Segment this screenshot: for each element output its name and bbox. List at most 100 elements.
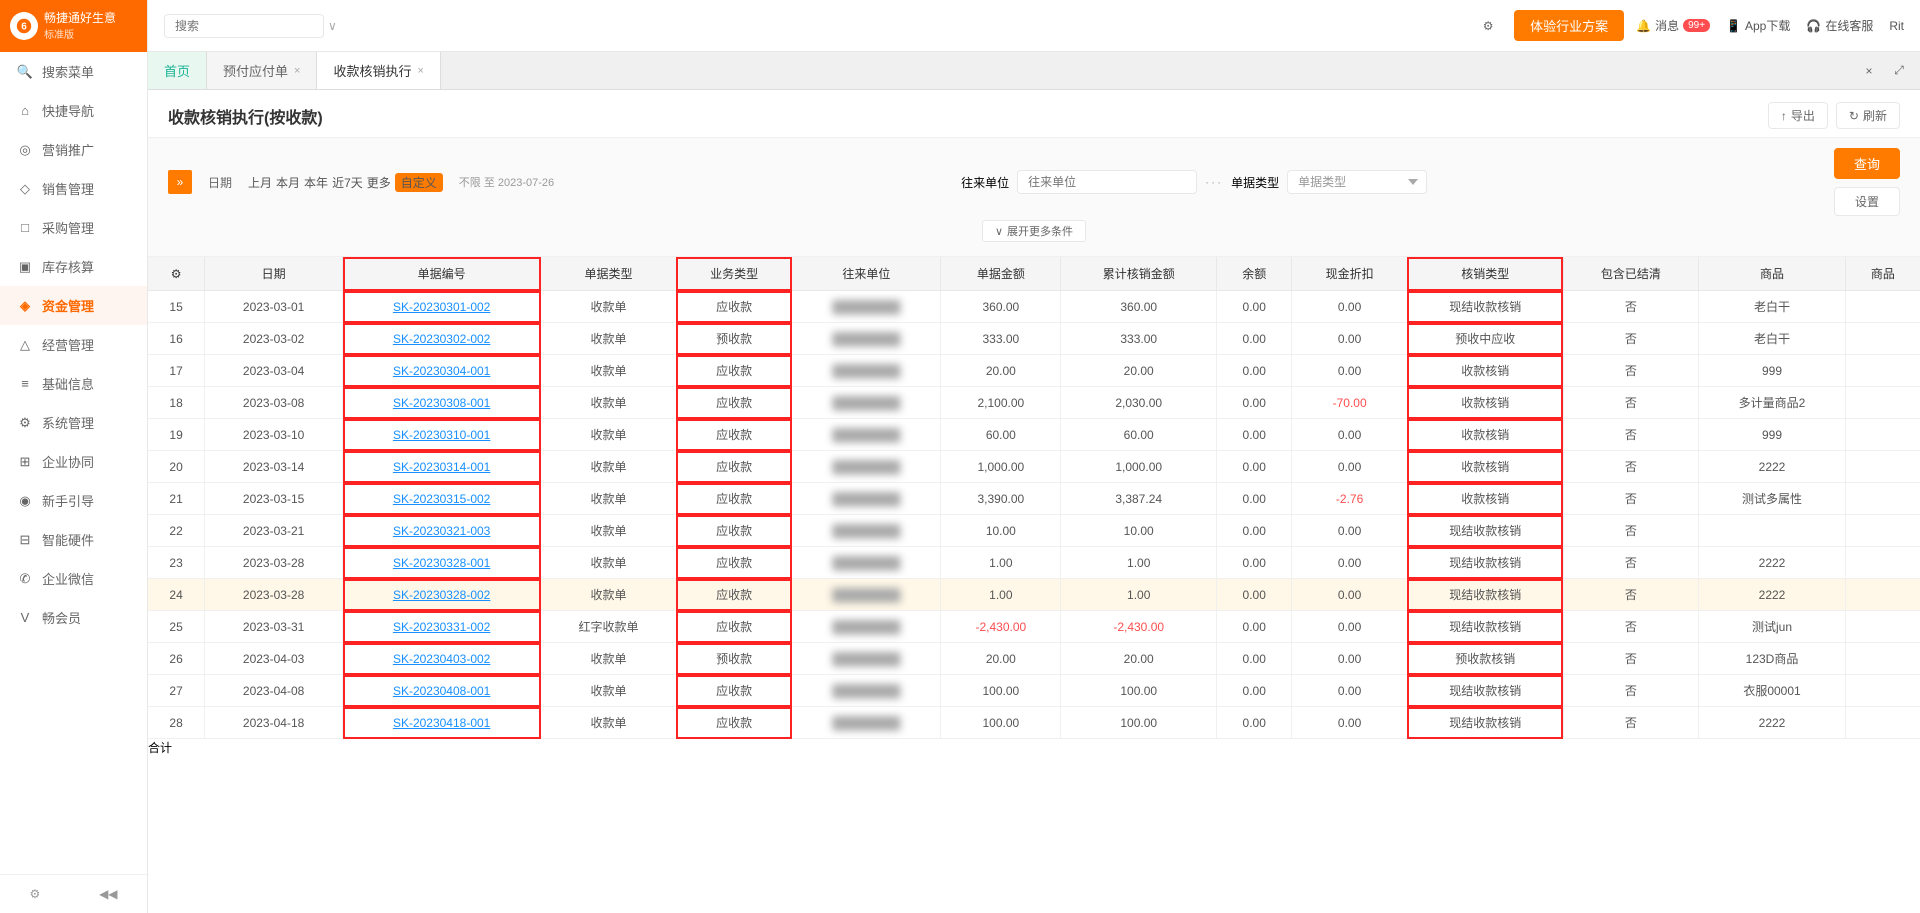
cell-doc-no[interactable]: SK-20230308-001 (343, 387, 541, 419)
sidebar-item-operations[interactable]: △ 经营管理 (0, 325, 147, 364)
sidebar-item-wechat[interactable]: ✆ 企业微信 (0, 559, 147, 598)
last-month-btn[interactable]: 上月 (248, 174, 272, 191)
partner-input[interactable] (1017, 170, 1197, 194)
cell-doc-no[interactable]: SK-20230403-002 (343, 643, 541, 675)
cell-biz-type: 应收款 (676, 483, 792, 515)
th-cash-discount[interactable]: 现金折扣 (1292, 257, 1408, 291)
sidebar-item-sales[interactable]: ◇ 销售管理 (0, 169, 147, 208)
th-biz-type[interactable]: 业务类型 (676, 257, 792, 291)
tab-fullscreen-btn[interactable]: ⤢ (1888, 60, 1910, 82)
doc-no-link[interactable]: SK-20230418-001 (393, 716, 490, 730)
this-year-btn[interactable]: 本年 (304, 174, 328, 191)
last-7days-btn[interactable]: 近7天 (332, 174, 363, 191)
topbar-search-input[interactable] (164, 14, 324, 38)
sidebar-item-hardware[interactable]: ⊟ 智能硬件 (0, 520, 147, 559)
cell-doc-no[interactable]: SK-20230302-002 (343, 323, 541, 355)
app-download-item[interactable]: 📱 App下载 (1726, 17, 1790, 34)
cell-doc-no[interactable]: SK-20230314-001 (343, 451, 541, 483)
sidebar-settings-btn[interactable]: ⚙ (21, 883, 48, 905)
sidebar-item-enterprise[interactable]: ⊞ 企业协同 (0, 442, 147, 481)
doc-no-link[interactable]: SK-20230331-002 (393, 620, 490, 634)
tab-close-all-btn[interactable]: × (1858, 60, 1880, 82)
doc-no-link[interactable]: SK-20230310-001 (393, 428, 490, 442)
cell-doc-no[interactable]: SK-20230304-001 (343, 355, 541, 387)
tab-receivable[interactable]: 收款核销执行 × (317, 52, 440, 89)
cell-cancel-type: 现结收款核销 (1407, 675, 1563, 707)
doc-no-link[interactable]: SK-20230328-001 (393, 556, 490, 570)
sidebar-item-search[interactable]: 🔍 搜索菜单 (0, 52, 147, 91)
cell-doc-no[interactable]: SK-20230328-001 (343, 547, 541, 579)
cell-doc-no[interactable]: SK-20230408-001 (343, 675, 541, 707)
cell-doc-no[interactable]: SK-20230315-002 (343, 483, 541, 515)
doc-no-link[interactable]: SK-20230408-001 (393, 684, 490, 698)
doc-no-link[interactable]: SK-20230403-002 (393, 652, 490, 666)
th-amount[interactable]: 单据金额 (941, 257, 1061, 291)
date-range-text: 不限 至 2023-07-26 (459, 174, 554, 190)
service-item[interactable]: 🎧 在线客服 (1806, 17, 1873, 34)
cell-doc-no[interactable]: SK-20230418-001 (343, 707, 541, 739)
messages-item[interactable]: 🔔 消息 99+ (1636, 17, 1710, 34)
th-doc-no[interactable]: 单据编号 (343, 257, 541, 291)
sidebar-item-basic[interactable]: ≡ 基础信息 (0, 364, 147, 403)
sidebar-item-inventory[interactable]: ▣ 库存核算 (0, 247, 147, 286)
custom-date-btn[interactable]: 自定义 (395, 173, 443, 192)
th-product[interactable]: 商品 (1699, 257, 1846, 291)
topbar-dropdown-arrow[interactable]: ∨ (328, 19, 337, 33)
sidebar-collapse-btn[interactable]: ◀◀ (91, 883, 125, 905)
sidebar-item-capital[interactable]: ◈ 资金管理 (0, 286, 147, 325)
cell-doc-no[interactable]: SK-20230321-003 (343, 515, 541, 547)
sidebar-item-system[interactable]: ⚙ 系统管理 (0, 403, 147, 442)
th-date[interactable]: 日期 (205, 257, 343, 291)
doc-no-link[interactable]: SK-20230328-002 (393, 588, 490, 602)
footer-spacer (541, 739, 677, 757)
more-dates-btn[interactable]: 更多 (367, 174, 391, 191)
this-month-btn[interactable]: 本月 (276, 174, 300, 191)
tab-prepay-close[interactable]: × (294, 65, 300, 77)
topbar-gear-icon[interactable]: ⚙ (1474, 12, 1502, 40)
sidebar-item-label: 经营管理 (42, 335, 94, 354)
tab-home[interactable]: 首页 (148, 52, 207, 89)
cell-doc-no[interactable]: SK-20230331-002 (343, 611, 541, 643)
sidebar-item-label: 新手引导 (42, 491, 94, 510)
th-cancel-amount[interactable]: 累计核销金额 (1061, 257, 1217, 291)
sidebar-item-purchase[interactable]: □ 采购管理 (0, 208, 147, 247)
th-settings[interactable]: ⚙ (148, 257, 205, 291)
doc-no-link[interactable]: SK-20230308-001 (393, 396, 490, 410)
more-filters-icon[interactable]: ··· (1205, 175, 1223, 189)
cell-num: 23 (148, 547, 205, 579)
th-product2[interactable]: 商品 (1845, 257, 1920, 291)
query-button[interactable]: 查询 (1834, 148, 1900, 179)
cell-doc-no[interactable]: SK-20230310-001 (343, 419, 541, 451)
table-row: 21 2023-03-15 SK-20230315-002 收款单 应收款 ██… (148, 483, 1920, 515)
solution-button[interactable]: 体验行业方案 (1514, 10, 1624, 41)
cell-doc-no[interactable]: SK-20230301-002 (343, 291, 541, 323)
th-balance[interactable]: 余额 (1217, 257, 1292, 291)
th-include-settled[interactable]: 包含已结清 (1563, 257, 1699, 291)
sidebar-item-guide[interactable]: ◉ 新手引导 (0, 481, 147, 520)
user-name[interactable]: Rit (1889, 19, 1904, 33)
export-button[interactable]: ↑ 导出 (1768, 102, 1828, 129)
doc-no-link[interactable]: SK-20230321-003 (393, 524, 490, 538)
th-doc-type[interactable]: 单据类型 (541, 257, 677, 291)
doc-no-link[interactable]: SK-20230302-002 (393, 332, 490, 346)
tab-prepay[interactable]: 预付应付单 × (207, 52, 317, 89)
cell-balance: 0.00 (1217, 355, 1292, 387)
th-partner[interactable]: 往来单位 (792, 257, 941, 291)
tab-receivable-close[interactable]: × (417, 65, 423, 77)
sidebar-item-quick-nav[interactable]: ⌂ 快捷导航 (0, 91, 147, 130)
cell-doc-no[interactable]: SK-20230328-002 (343, 579, 541, 611)
refresh-button[interactable]: ↻ 刷新 (1836, 102, 1900, 129)
sidebar-item-marketing[interactable]: ◎ 营销推广 (0, 130, 147, 169)
doc-no-link[interactable]: SK-20230314-001 (393, 460, 490, 474)
th-cancel-type[interactable]: 核销类型 (1407, 257, 1563, 291)
doc-no-link[interactable]: SK-20230304-001 (393, 364, 490, 378)
filter-toggle-btn[interactable]: » (168, 170, 192, 194)
expand-more-btn[interactable]: ∨ 展开更多条件 (982, 220, 1086, 242)
doc-no-link[interactable]: SK-20230315-002 (393, 492, 490, 506)
doc-no-link[interactable]: SK-20230301-002 (393, 300, 490, 314)
cell-amount: 100.00 (941, 675, 1061, 707)
sidebar-item-member[interactable]: V 畅会员 (0, 598, 147, 637)
cell-doc-type: 红字收款单 (541, 611, 677, 643)
doc-type-select[interactable]: 单据类型 (1287, 170, 1427, 194)
filter-settings-btn[interactable]: 设置 (1834, 187, 1900, 216)
